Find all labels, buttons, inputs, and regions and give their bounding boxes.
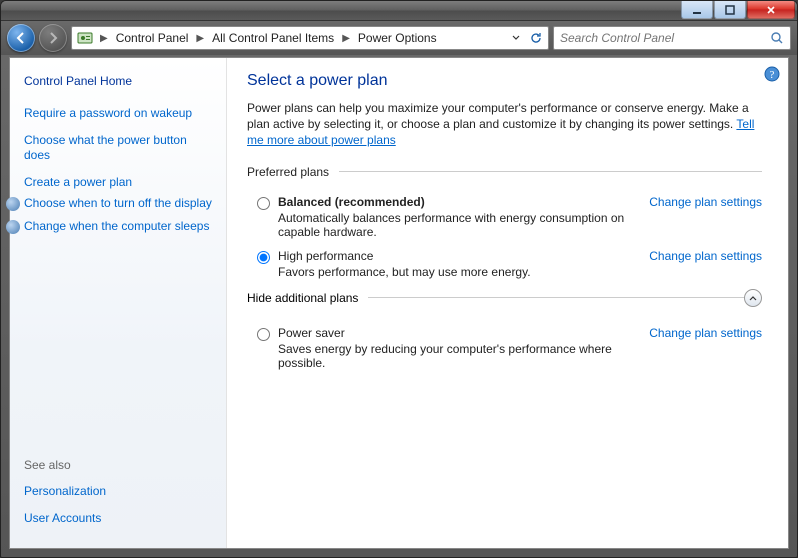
plan-high-performance: High performance Favors performance, but… <box>257 249 762 279</box>
main-panel: ? Select a power plan Power plans can he… <box>227 58 788 548</box>
plan-power-saver: Power saver Saves energy by reducing you… <box>257 326 762 370</box>
minimize-icon <box>691 4 703 16</box>
plan-balanced-desc: Automatically balances performance with … <box>278 211 637 239</box>
sidebar-link-create-plan[interactable]: Create a power plan <box>24 175 212 190</box>
close-icon <box>765 4 777 16</box>
plan-balanced-title: Balanced (recommended) <box>278 195 637 209</box>
control-panel-home-link[interactable]: Control Panel Home <box>24 74 212 88</box>
plan-balanced: Balanced (recommended) Automatically bal… <box>257 195 762 239</box>
plan-balanced-radio[interactable] <box>257 197 270 210</box>
back-button[interactable] <box>7 24 35 52</box>
sidebar-link-computer-sleeps[interactable]: Change when the computer sleeps <box>24 219 209 234</box>
breadcrumb-item[interactable]: Power Options <box>354 27 441 49</box>
sidebar-link-personalization[interactable]: Personalization <box>24 484 212 499</box>
collapse-button[interactable] <box>744 289 762 307</box>
breadcrumb-sep-icon: ▶ <box>96 33 112 44</box>
plan-high-title: High performance <box>278 249 637 263</box>
change-settings-link-high[interactable]: Change plan settings <box>649 249 762 263</box>
plan-saver-radio[interactable] <box>257 328 270 341</box>
change-settings-link-balanced[interactable]: Change plan settings <box>649 195 762 209</box>
preferred-plans-group: Preferred plans Balanced (recommended) A… <box>247 165 762 281</box>
plan-high-radio[interactable] <box>257 251 270 264</box>
maximize-icon <box>724 4 736 16</box>
breadcrumb-item[interactable]: All Control Panel Items <box>208 27 338 49</box>
search-box[interactable] <box>553 26 791 50</box>
breadcrumb-item[interactable]: Control Panel <box>112 27 193 49</box>
maximize-button[interactable] <box>714 1 746 19</box>
window-frame: ▶ Control Panel ▶ All Control Panel Item… <box>0 0 798 558</box>
sidebar-link-password-wakeup[interactable]: Require a password on wakeup <box>24 106 212 121</box>
plan-saver-title: Power saver <box>278 326 637 340</box>
page-description: Power plans can help you maximize your c… <box>247 100 762 149</box>
search-input[interactable] <box>560 31 770 45</box>
address-dropdown-button[interactable] <box>506 27 526 49</box>
additional-plans-legend: Hide additional plans <box>247 291 368 305</box>
titlebar <box>1 1 797 21</box>
breadcrumb-sep-icon: ▶ <box>192 33 208 44</box>
additional-plans-header: Hide additional plans <box>247 297 762 316</box>
breadcrumb-sep-icon: ▶ <box>338 33 354 44</box>
close-button[interactable] <box>747 1 795 19</box>
address-bar[interactable]: ▶ Control Panel ▶ All Control Panel Item… <box>71 26 549 50</box>
chevron-down-icon <box>512 34 520 42</box>
refresh-button[interactable] <box>526 27 546 49</box>
navigation-bar: ▶ Control Panel ▶ All Control Panel Item… <box>1 21 797 55</box>
refresh-icon <box>529 31 543 45</box>
page-title: Select a power plan <box>247 72 762 90</box>
change-settings-link-saver[interactable]: Change plan settings <box>649 326 762 340</box>
sidebar-link-power-button[interactable]: Choose what the power button does <box>24 133 212 163</box>
search-icon <box>770 31 784 45</box>
shield-icon <box>6 197 20 211</box>
plan-saver-desc: Saves energy by reducing your computer's… <box>278 342 637 370</box>
plan-high-desc: Favors performance, but may use more ene… <box>278 265 637 279</box>
desc-text: Power plans can help you maximize your c… <box>247 101 749 131</box>
see-also-label: See also <box>24 458 212 472</box>
svg-text:?: ? <box>770 69 775 81</box>
forward-arrow-icon <box>46 31 60 45</box>
preferred-plans-legend: Preferred plans <box>247 165 339 179</box>
control-panel-icon <box>77 30 93 46</box>
forward-button[interactable] <box>39 24 67 52</box>
sidebar: Control Panel Home Require a password on… <box>10 58 227 548</box>
shield-icon <box>6 220 20 234</box>
client-area: Control Panel Home Require a password on… <box>9 57 789 549</box>
chevron-up-icon <box>748 293 758 303</box>
sidebar-link-user-accounts[interactable]: User Accounts <box>24 511 212 526</box>
help-icon[interactable]: ? <box>764 66 780 82</box>
sidebar-link-turn-off-display[interactable]: Choose when to turn off the display <box>24 196 212 211</box>
minimize-button[interactable] <box>681 1 713 19</box>
back-arrow-icon <box>14 31 28 45</box>
